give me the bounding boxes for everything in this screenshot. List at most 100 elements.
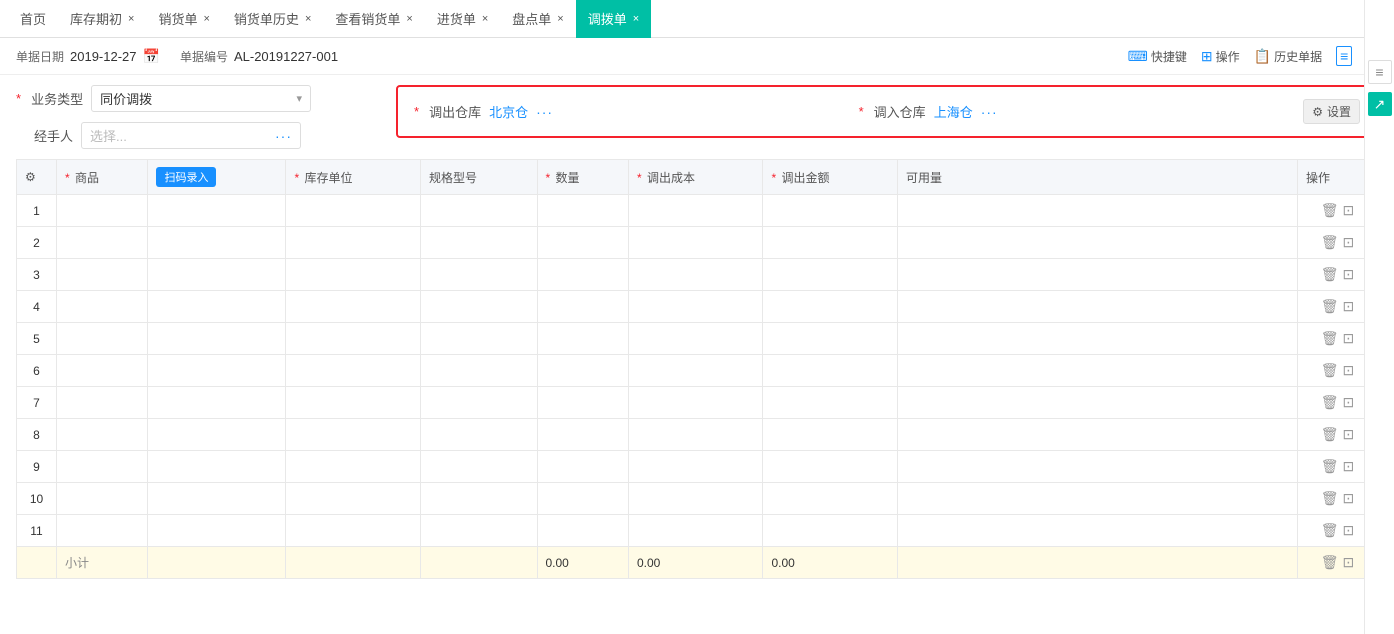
row-cost-7[interactable] xyxy=(628,387,762,419)
row-cost-4[interactable] xyxy=(628,291,762,323)
row-delete-icon-2[interactable]: 🗑 xyxy=(1321,234,1339,251)
row-copy-icon-6[interactable]: ⊡ xyxy=(1343,362,1355,379)
row-unit-7[interactable] xyxy=(286,387,420,419)
row-quantity-7[interactable] xyxy=(537,387,628,419)
tab-close-purchase-order[interactable]: × xyxy=(482,13,488,25)
row-copy-icon-5[interactable]: ⊡ xyxy=(1343,330,1355,347)
row-copy-icon-9[interactable]: ⊡ xyxy=(1343,458,1355,475)
row-cost-2[interactable] xyxy=(628,227,762,259)
side-expand-icon[interactable]: ↗ xyxy=(1368,92,1392,116)
tab-sales-order[interactable]: 销货单 × xyxy=(146,0,221,38)
row-delete-icon-1[interactable]: 🗑 xyxy=(1321,202,1339,219)
row-amount-4[interactable] xyxy=(763,291,898,323)
tab-close-inventory-count[interactable]: × xyxy=(557,13,563,25)
tab-close-sales-order[interactable]: × xyxy=(203,13,209,25)
tab-home[interactable]: 首页 xyxy=(8,0,58,38)
row-copy-icon-2[interactable]: ⊡ xyxy=(1343,234,1355,251)
row-amount-10[interactable] xyxy=(763,483,898,515)
shortcuts-button[interactable]: ⌨ 快捷键 xyxy=(1128,48,1187,65)
tab-close-inventory-init[interactable]: × xyxy=(128,13,134,25)
row-amount-5[interactable] xyxy=(763,323,898,355)
subtotal-delete-icon[interactable]: 🗑 xyxy=(1321,554,1339,571)
row-delete-icon-6[interactable]: 🗑 xyxy=(1321,362,1339,379)
row-delete-icon-10[interactable]: 🗑 xyxy=(1321,490,1339,507)
row-unit-9[interactable] xyxy=(286,451,420,483)
row-quantity-3[interactable] xyxy=(537,259,628,291)
table-settings-gear-icon[interactable]: ⚙ xyxy=(25,170,36,184)
tab-inventory-count[interactable]: 盘点单 × xyxy=(500,0,575,38)
row-cost-5[interactable] xyxy=(628,323,762,355)
row-product-8[interactable] xyxy=(57,419,148,451)
tab-close-sales-history[interactable]: × xyxy=(305,13,311,25)
tab-sales-history[interactable]: 销货单历史 × xyxy=(222,0,323,38)
row-product-4[interactable] xyxy=(57,291,148,323)
layout-list-button[interactable]: ≡ xyxy=(1336,46,1352,66)
row-quantity-5[interactable] xyxy=(537,323,628,355)
row-copy-icon-8[interactable]: ⊡ xyxy=(1343,426,1355,443)
subtotal-copy-icon[interactable]: ⊡ xyxy=(1343,554,1355,571)
row-cost-11[interactable] xyxy=(628,515,762,547)
col-settings-header[interactable]: ⚙ xyxy=(17,160,57,195)
row-quantity-1[interactable] xyxy=(537,195,628,227)
row-product-1[interactable] xyxy=(57,195,148,227)
row-amount-6[interactable] xyxy=(763,355,898,387)
row-product-3[interactable] xyxy=(57,259,148,291)
row-product-11[interactable] xyxy=(57,515,148,547)
handler-more-icon[interactable]: ··· xyxy=(275,128,292,144)
warehouse-out-more-icon[interactable]: ··· xyxy=(536,104,553,120)
operations-button[interactable]: ⊞ 操作 xyxy=(1201,48,1240,65)
row-cost-8[interactable] xyxy=(628,419,762,451)
row-unit-3[interactable] xyxy=(286,259,420,291)
row-unit-8[interactable] xyxy=(286,419,420,451)
row-cost-3[interactable] xyxy=(628,259,762,291)
business-type-select[interactable]: 同价调拨 ▾ xyxy=(91,85,311,112)
row-delete-icon-9[interactable]: 🗑 xyxy=(1321,458,1339,475)
row-spec-9[interactable] xyxy=(420,451,537,483)
row-product-5[interactable] xyxy=(57,323,148,355)
row-amount-8[interactable] xyxy=(763,419,898,451)
row-quantity-9[interactable] xyxy=(537,451,628,483)
tab-inventory-init[interactable]: 库存期初 × xyxy=(58,0,146,38)
row-spec-2[interactable] xyxy=(420,227,537,259)
row-product-2[interactable] xyxy=(57,227,148,259)
row-unit-4[interactable] xyxy=(286,291,420,323)
row-amount-1[interactable] xyxy=(763,195,898,227)
warehouse-in-more-icon[interactable]: ··· xyxy=(981,104,998,120)
row-quantity-10[interactable] xyxy=(537,483,628,515)
row-copy-icon-3[interactable]: ⊡ xyxy=(1343,266,1355,283)
row-delete-icon-7[interactable]: 🗑 xyxy=(1321,394,1339,411)
row-spec-1[interactable] xyxy=(420,195,537,227)
history-button[interactable]: 📋 历史单据 xyxy=(1254,48,1322,65)
tab-close-view-sales[interactable]: × xyxy=(406,13,412,25)
calendar-icon[interactable]: 📅 xyxy=(143,48,160,65)
row-spec-3[interactable] xyxy=(420,259,537,291)
row-spec-6[interactable] xyxy=(420,355,537,387)
row-copy-icon-1[interactable]: ⊡ xyxy=(1343,202,1355,219)
row-unit-11[interactable] xyxy=(286,515,420,547)
row-cost-1[interactable] xyxy=(628,195,762,227)
row-delete-icon-5[interactable]: 🗑 xyxy=(1321,330,1339,347)
row-product-7[interactable] xyxy=(57,387,148,419)
row-spec-4[interactable] xyxy=(420,291,537,323)
row-cost-6[interactable] xyxy=(628,355,762,387)
tab-transfer-order[interactable]: 调拨单 × xyxy=(576,0,651,38)
row-unit-2[interactable] xyxy=(286,227,420,259)
row-spec-11[interactable] xyxy=(420,515,537,547)
row-delete-icon-4[interactable]: 🗑 xyxy=(1321,298,1339,315)
row-cost-10[interactable] xyxy=(628,483,762,515)
row-delete-icon-3[interactable]: 🗑 xyxy=(1321,266,1339,283)
row-unit-10[interactable] xyxy=(286,483,420,515)
row-amount-3[interactable] xyxy=(763,259,898,291)
table-scroll-area[interactable]: ⚙ * 商品 扫码录入 * 库存单位 规格型号 xyxy=(16,159,1378,579)
row-quantity-8[interactable] xyxy=(537,419,628,451)
row-unit-6[interactable] xyxy=(286,355,420,387)
row-spec-8[interactable] xyxy=(420,419,537,451)
scan-button[interactable]: 扫码录入 xyxy=(156,167,216,187)
row-quantity-4[interactable] xyxy=(537,291,628,323)
row-spec-5[interactable] xyxy=(420,323,537,355)
row-product-9[interactable] xyxy=(57,451,148,483)
row-cost-9[interactable] xyxy=(628,451,762,483)
side-list-icon[interactable]: ≡ xyxy=(1368,60,1392,84)
row-product-10[interactable] xyxy=(57,483,148,515)
row-amount-7[interactable] xyxy=(763,387,898,419)
